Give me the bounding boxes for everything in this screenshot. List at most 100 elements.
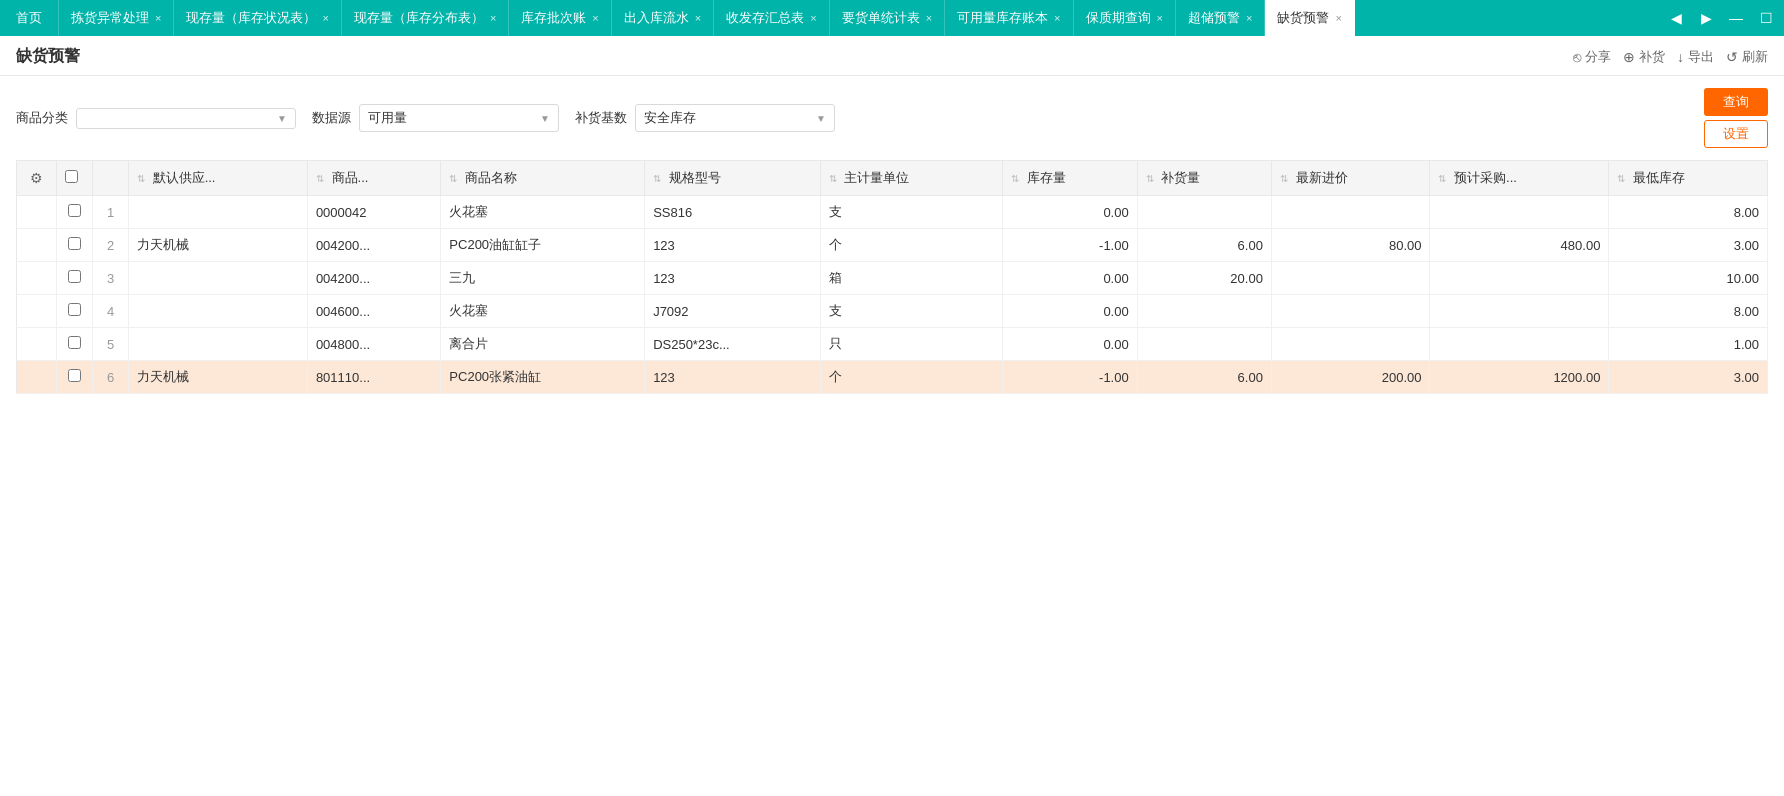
row-check[interactable] (57, 361, 93, 394)
row-gear (17, 361, 57, 394)
filter-row: 商品分类 ▼ 数据源 可用量 ▼ 补货基数 安全库存 ▼ 查询 设置 (0, 76, 1784, 160)
nav-tab-4[interactable]: 库存批次账 × (509, 0, 611, 36)
th-product-name[interactable]: ⇅ 商品名称 (441, 161, 645, 196)
row-supplier (129, 328, 308, 361)
refresh-button[interactable]: ↺ 刷新 (1726, 48, 1768, 66)
close-icon[interactable]: × (810, 12, 816, 24)
th-spec[interactable]: ⇅ 规格型号 (645, 161, 820, 196)
row-product-name: 火花塞 (441, 196, 645, 229)
th-gear[interactable]: ⚙ (17, 161, 57, 196)
th-est-purchase[interactable]: ⇅ 预计采购... (1430, 161, 1609, 196)
nav-tab-7[interactable]: 要货单统计表 × (830, 0, 945, 36)
row-product-name: 离合片 (441, 328, 645, 361)
row-spec: J7092 (645, 295, 820, 328)
export-icon: ↓ (1677, 49, 1684, 65)
nav-next-button[interactable]: ▶ (1692, 4, 1720, 32)
nav-tab-home[interactable]: 首页 (0, 0, 59, 36)
row-check[interactable] (57, 262, 93, 295)
sort-icon: ⇅ (1011, 173, 1019, 184)
export-label: 导出 (1688, 48, 1714, 66)
close-icon[interactable]: × (1157, 12, 1163, 24)
minimize-button[interactable]: — (1722, 4, 1750, 32)
nav-tab-label: 现存量（库存状况表） (186, 9, 316, 27)
th-replenish[interactable]: ⇅ 补货量 (1137, 161, 1271, 196)
query-button[interactable]: 查询 (1704, 88, 1768, 116)
nav-tab-3[interactable]: 现存量（库存分布表） × (342, 0, 509, 36)
th-supplier[interactable]: ⇅ 默认供应... (129, 161, 308, 196)
row-checkbox[interactable] (68, 270, 81, 283)
replenish-icon: ⊕ (1623, 49, 1635, 65)
sort-icon: ⇅ (1438, 173, 1446, 184)
close-icon[interactable]: × (695, 12, 701, 24)
table-row[interactable]: 2 力天机械 004200... PC200油缸缸子 123 个 -1.00 6… (17, 229, 1768, 262)
category-select[interactable]: ▼ (76, 108, 296, 129)
row-checkbox[interactable] (68, 237, 81, 250)
share-button[interactable]: ⎋ 分享 (1573, 48, 1611, 66)
th-stock[interactable]: ⇅ 库存量 (1003, 161, 1137, 196)
row-replenish: 6.00 (1137, 229, 1271, 262)
row-supplier (129, 262, 308, 295)
row-checkbox[interactable] (68, 369, 81, 382)
row-check[interactable] (57, 196, 93, 229)
nav-tab-9[interactable]: 保质期查询 × (1074, 0, 1176, 36)
settings-icon[interactable]: ⚙ (30, 170, 43, 186)
row-product-id: 0000042 (307, 196, 440, 229)
row-check[interactable] (57, 295, 93, 328)
row-checkbox[interactable] (68, 336, 81, 349)
sort-icon: ⇅ (829, 173, 837, 184)
share-label: 分享 (1585, 48, 1611, 66)
datasource-select[interactable]: 可用量 ▼ (359, 104, 559, 132)
row-gear (17, 229, 57, 262)
row-gear (17, 196, 57, 229)
table-row[interactable]: 3 004200... 三九 123 箱 0.00 20.00 10.00 (17, 262, 1768, 295)
nav-tab-label: 拣货异常处理 (71, 9, 149, 27)
close-icon[interactable]: × (322, 12, 328, 24)
row-checkbox[interactable] (68, 204, 81, 217)
header-actions: ⎋ 分享 ⊕ 补货 ↓ 导出 ↺ 刷新 (1573, 48, 1768, 66)
page-header: 缺货预警 ⎋ 分享 ⊕ 补货 ↓ 导出 ↺ 刷新 (0, 36, 1784, 76)
nav-bar: 首页 拣货异常处理 × 现存量（库存状况表） × 现存量（库存分布表） × 库存… (0, 0, 1784, 36)
table-row[interactable]: 5 004800... 离合片 DS250*23c... 只 0.00 1.00 (17, 328, 1768, 361)
nav-tab-6[interactable]: 收发存汇总表 × (714, 0, 829, 36)
category-filter-group: 商品分类 ▼ (16, 108, 296, 129)
table-container: ⚙ ⇅ 默认供应... ⇅ 商品... ⇅ (0, 160, 1784, 394)
table-row[interactable]: 4 004600... 火花塞 J7092 支 0.00 8.00 (17, 295, 1768, 328)
nav-tab-1[interactable]: 拣货异常处理 × (59, 0, 174, 36)
row-check[interactable] (57, 229, 93, 262)
select-all-checkbox[interactable] (65, 170, 78, 183)
row-check[interactable] (57, 328, 93, 361)
row-est-purchase: 1200.00 (1430, 361, 1609, 394)
th-product-id[interactable]: ⇅ 商品... (307, 161, 440, 196)
close-icon[interactable]: × (155, 12, 161, 24)
maximize-button[interactable]: ☐ (1752, 4, 1780, 32)
nav-tab-5[interactable]: 出入库流水 × (612, 0, 714, 36)
close-icon[interactable]: × (592, 12, 598, 24)
nav-tab-10[interactable]: 超储预警 × (1176, 0, 1265, 36)
close-icon[interactable]: × (1335, 12, 1341, 24)
th-min-stock[interactable]: ⇅ 最低库存 (1609, 161, 1768, 196)
close-icon[interactable]: × (926, 12, 932, 24)
replenish-select-value: 安全库存 (644, 109, 696, 127)
replenish-button[interactable]: ⊕ 补货 (1623, 48, 1665, 66)
replenish-select[interactable]: 安全库存 ▼ (635, 104, 835, 132)
table-row[interactable]: 6 力天机械 801110... PC200张紧油缸 123 个 -1.00 6… (17, 361, 1768, 394)
nav-prev-button[interactable]: ◀ (1662, 4, 1690, 32)
nav-tab-2[interactable]: 现存量（库存状况表） × (174, 0, 341, 36)
nav-tab-8[interactable]: 可用量库存账本 × (945, 0, 1073, 36)
nav-tab-11[interactable]: 缺货预警 × (1265, 0, 1354, 36)
data-table: ⚙ ⇅ 默认供应... ⇅ 商品... ⇅ (16, 160, 1768, 394)
close-icon[interactable]: × (1246, 12, 1252, 24)
replenish-label: 补货 (1639, 48, 1665, 66)
close-icon[interactable]: × (490, 12, 496, 24)
table-row[interactable]: 1 0000042 火花塞 SS816 支 0.00 8.00 (17, 196, 1768, 229)
close-icon[interactable]: × (1054, 12, 1060, 24)
row-gear (17, 262, 57, 295)
datasource-label: 数据源 (312, 109, 351, 127)
th-latest-price[interactable]: ⇅ 最新进价 (1271, 161, 1430, 196)
nav-tab-label: 可用量库存账本 (957, 9, 1048, 27)
export-button[interactable]: ↓ 导出 (1677, 48, 1714, 66)
th-unit[interactable]: ⇅ 主计量单位 (820, 161, 1003, 196)
settings-button[interactable]: 设置 (1704, 120, 1768, 148)
row-checkbox[interactable] (68, 303, 81, 316)
row-stock: 0.00 (1003, 262, 1137, 295)
